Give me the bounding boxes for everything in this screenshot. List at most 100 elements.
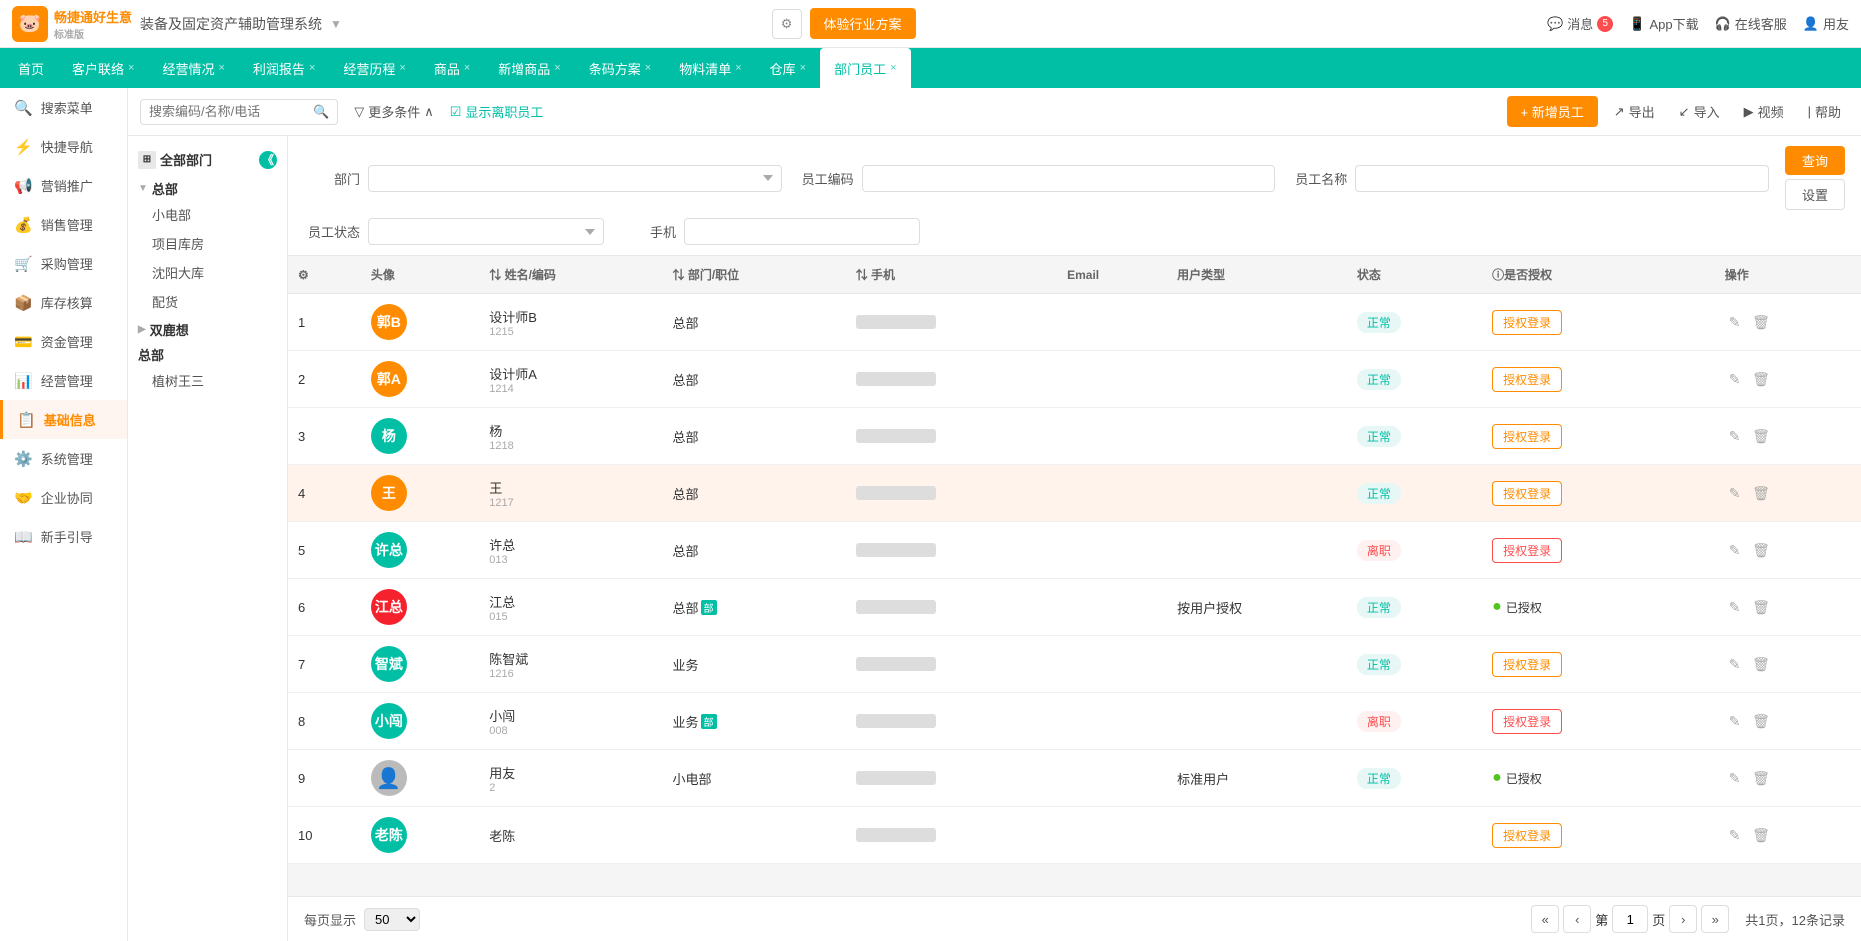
nav-tab-operation[interactable]: 经营情况×	[148, 48, 238, 88]
empname-input[interactable]	[1355, 165, 1769, 192]
sidebar-item-bizmanage[interactable]: 📊 经营管理	[0, 361, 127, 400]
all-departments-item[interactable]: ⊞ 全部部门 《	[128, 144, 287, 175]
close-icon[interactable]: ×	[218, 62, 224, 74]
sidebar-item-guide[interactable]: 📖 新手引导	[0, 517, 127, 556]
settings-icon[interactable]: ⚙	[298, 268, 309, 282]
delete-button[interactable]: 🗑	[1748, 483, 1774, 504]
delete-button[interactable]: 🗑	[1748, 540, 1774, 561]
auth-button[interactable]: 授权登录	[1492, 367, 1562, 392]
dept-group-shuanglu[interactable]: ▶ 双鹿想	[128, 316, 287, 341]
online-service-button[interactable]: 🎧 在线客服	[1715, 14, 1787, 33]
auth-button[interactable]: 授权登录	[1492, 652, 1562, 677]
auth-button[interactable]: 授权登录	[1492, 538, 1562, 563]
empcode-input[interactable]	[862, 165, 1276, 192]
nav-tab-history[interactable]: 经营历程×	[329, 48, 419, 88]
auth-button[interactable]: 授权登录	[1492, 823, 1562, 848]
sidebar-item-finance[interactable]: 💳 资金管理	[0, 322, 127, 361]
settings-button[interactable]: ⚙	[772, 9, 802, 39]
close-icon[interactable]: ×	[399, 62, 405, 74]
dept-group-zongbu[interactable]: ▼ 总部	[128, 175, 287, 200]
trial-button[interactable]: 体验行业方案	[810, 8, 916, 39]
sidebar-item-quicknav[interactable]: ⚡ 快捷导航	[0, 127, 127, 166]
dropdown-arrow-icon[interactable]: ▼	[330, 17, 342, 31]
nav-tab-employees[interactable]: 部门员工×	[820, 48, 910, 88]
close-icon[interactable]: ×	[735, 62, 741, 74]
nav-tab-home[interactable]: 首页	[4, 48, 58, 88]
sidebar-item-search[interactable]: 🔍 搜索菜单	[0, 88, 127, 127]
edit-button[interactable]: ✎	[1725, 711, 1745, 732]
auth-button[interactable]: 授权登录	[1492, 709, 1562, 734]
edit-button[interactable]: ✎	[1725, 654, 1745, 675]
add-employee-button[interactable]: + 新增员工	[1507, 96, 1598, 127]
edit-button[interactable]: ✎	[1725, 825, 1745, 846]
edit-button[interactable]: ✎	[1725, 312, 1745, 333]
col-phone[interactable]: ⇅ 手机	[846, 256, 1057, 294]
import-button[interactable]: ↙ 导入	[1671, 98, 1728, 125]
delete-button[interactable]: 🗑	[1748, 711, 1774, 732]
edit-button[interactable]: ✎	[1725, 540, 1745, 561]
col-settings[interactable]: ⚙	[288, 256, 361, 294]
col-name[interactable]: ⇅ 姓名/编码	[479, 256, 662, 294]
delete-button[interactable]: 🗑	[1748, 654, 1774, 675]
sidebar-item-purchase[interactable]: 🛒 采购管理	[0, 244, 127, 283]
help-button[interactable]: | 帮助	[1800, 98, 1849, 125]
close-icon[interactable]: ×	[554, 62, 560, 74]
auth-button[interactable]: 授权登录	[1492, 310, 1562, 335]
search-input[interactable]	[149, 104, 309, 119]
dept-item-zhishu[interactable]: 植树王三	[128, 366, 287, 395]
first-page-button[interactable]: «	[1531, 905, 1559, 933]
search-box[interactable]: 🔍	[140, 99, 338, 125]
close-icon[interactable]: ×	[309, 62, 315, 74]
col-dept[interactable]: ⇅ 部门/职位	[662, 256, 845, 294]
collapse-button[interactable]: 《	[259, 151, 277, 169]
page-size-select[interactable]: 50 20 100	[364, 908, 420, 931]
view-button[interactable]: ▶ 视频	[1736, 98, 1792, 125]
nav-tab-add-goods[interactable]: 新增商品×	[484, 48, 574, 88]
close-icon[interactable]: ×	[890, 62, 896, 74]
export-button[interactable]: ↗ 导出	[1606, 98, 1663, 125]
message-button[interactable]: 💬 消息 5	[1547, 14, 1613, 33]
more-conditions-button[interactable]: ▽ 更多条件 ∧	[346, 98, 442, 125]
dept-item-xiaodianbu[interactable]: 小电部	[128, 200, 287, 229]
nav-tab-goods[interactable]: 商品×	[420, 48, 484, 88]
close-icon[interactable]: ×	[645, 62, 651, 74]
page-input[interactable]	[1612, 905, 1648, 933]
empstatus-select[interactable]	[368, 218, 604, 245]
auth-button[interactable]: 授权登录	[1492, 481, 1562, 506]
delete-button[interactable]: 🗑	[1748, 768, 1774, 789]
edit-button[interactable]: ✎	[1725, 369, 1745, 390]
dept-item-project[interactable]: 项目库房	[128, 229, 287, 258]
dept-select[interactable]	[368, 165, 782, 192]
sidebar-item-collab[interactable]: 🤝 企业协同	[0, 478, 127, 517]
prev-page-button[interactable]: ‹	[1563, 905, 1591, 933]
reset-button[interactable]: 设置	[1785, 179, 1845, 210]
close-icon[interactable]: ×	[800, 62, 806, 74]
nav-tab-warehouse[interactable]: 仓库×	[756, 48, 820, 88]
user-menu-button[interactable]: 👤 用友	[1803, 14, 1849, 33]
nav-tab-customer[interactable]: 客户联络×	[58, 48, 148, 88]
delete-button[interactable]: 🗑	[1748, 369, 1774, 390]
query-button[interactable]: 查询	[1785, 146, 1845, 175]
delete-button[interactable]: 🗑	[1748, 597, 1774, 618]
next-page-button[interactable]: ›	[1669, 905, 1697, 933]
sidebar-item-system[interactable]: ⚙️ 系统管理	[0, 439, 127, 478]
dept-group-zongbu2[interactable]: 总部	[128, 341, 287, 366]
sidebar-item-basicinfo[interactable]: 📋 基础信息	[0, 400, 127, 439]
nav-tab-barcode[interactable]: 条码方案×	[575, 48, 665, 88]
nav-tab-profit[interactable]: 利润报告×	[239, 48, 329, 88]
auth-button[interactable]: 授权登录	[1492, 424, 1562, 449]
sidebar-item-marketing[interactable]: 📢 营销推广	[0, 166, 127, 205]
delete-button[interactable]: 🗑	[1748, 426, 1774, 447]
edit-button[interactable]: ✎	[1725, 597, 1745, 618]
nav-tab-bom[interactable]: 物料清单×	[665, 48, 755, 88]
dept-item-shenyang[interactable]: 沈阳大库	[128, 258, 287, 287]
sidebar-item-sales[interactable]: 💰 销售管理	[0, 205, 127, 244]
edit-button[interactable]: ✎	[1725, 768, 1745, 789]
last-page-button[interactable]: »	[1701, 905, 1729, 933]
phone-input[interactable]	[684, 218, 920, 245]
show-resigned-toggle[interactable]: ☑ 显示离职员工	[450, 102, 544, 121]
delete-button[interactable]: 🗑	[1748, 312, 1774, 333]
close-icon[interactable]: ×	[128, 62, 134, 74]
edit-button[interactable]: ✎	[1725, 483, 1745, 504]
app-download-button[interactable]: 📱 App下载	[1629, 14, 1698, 33]
